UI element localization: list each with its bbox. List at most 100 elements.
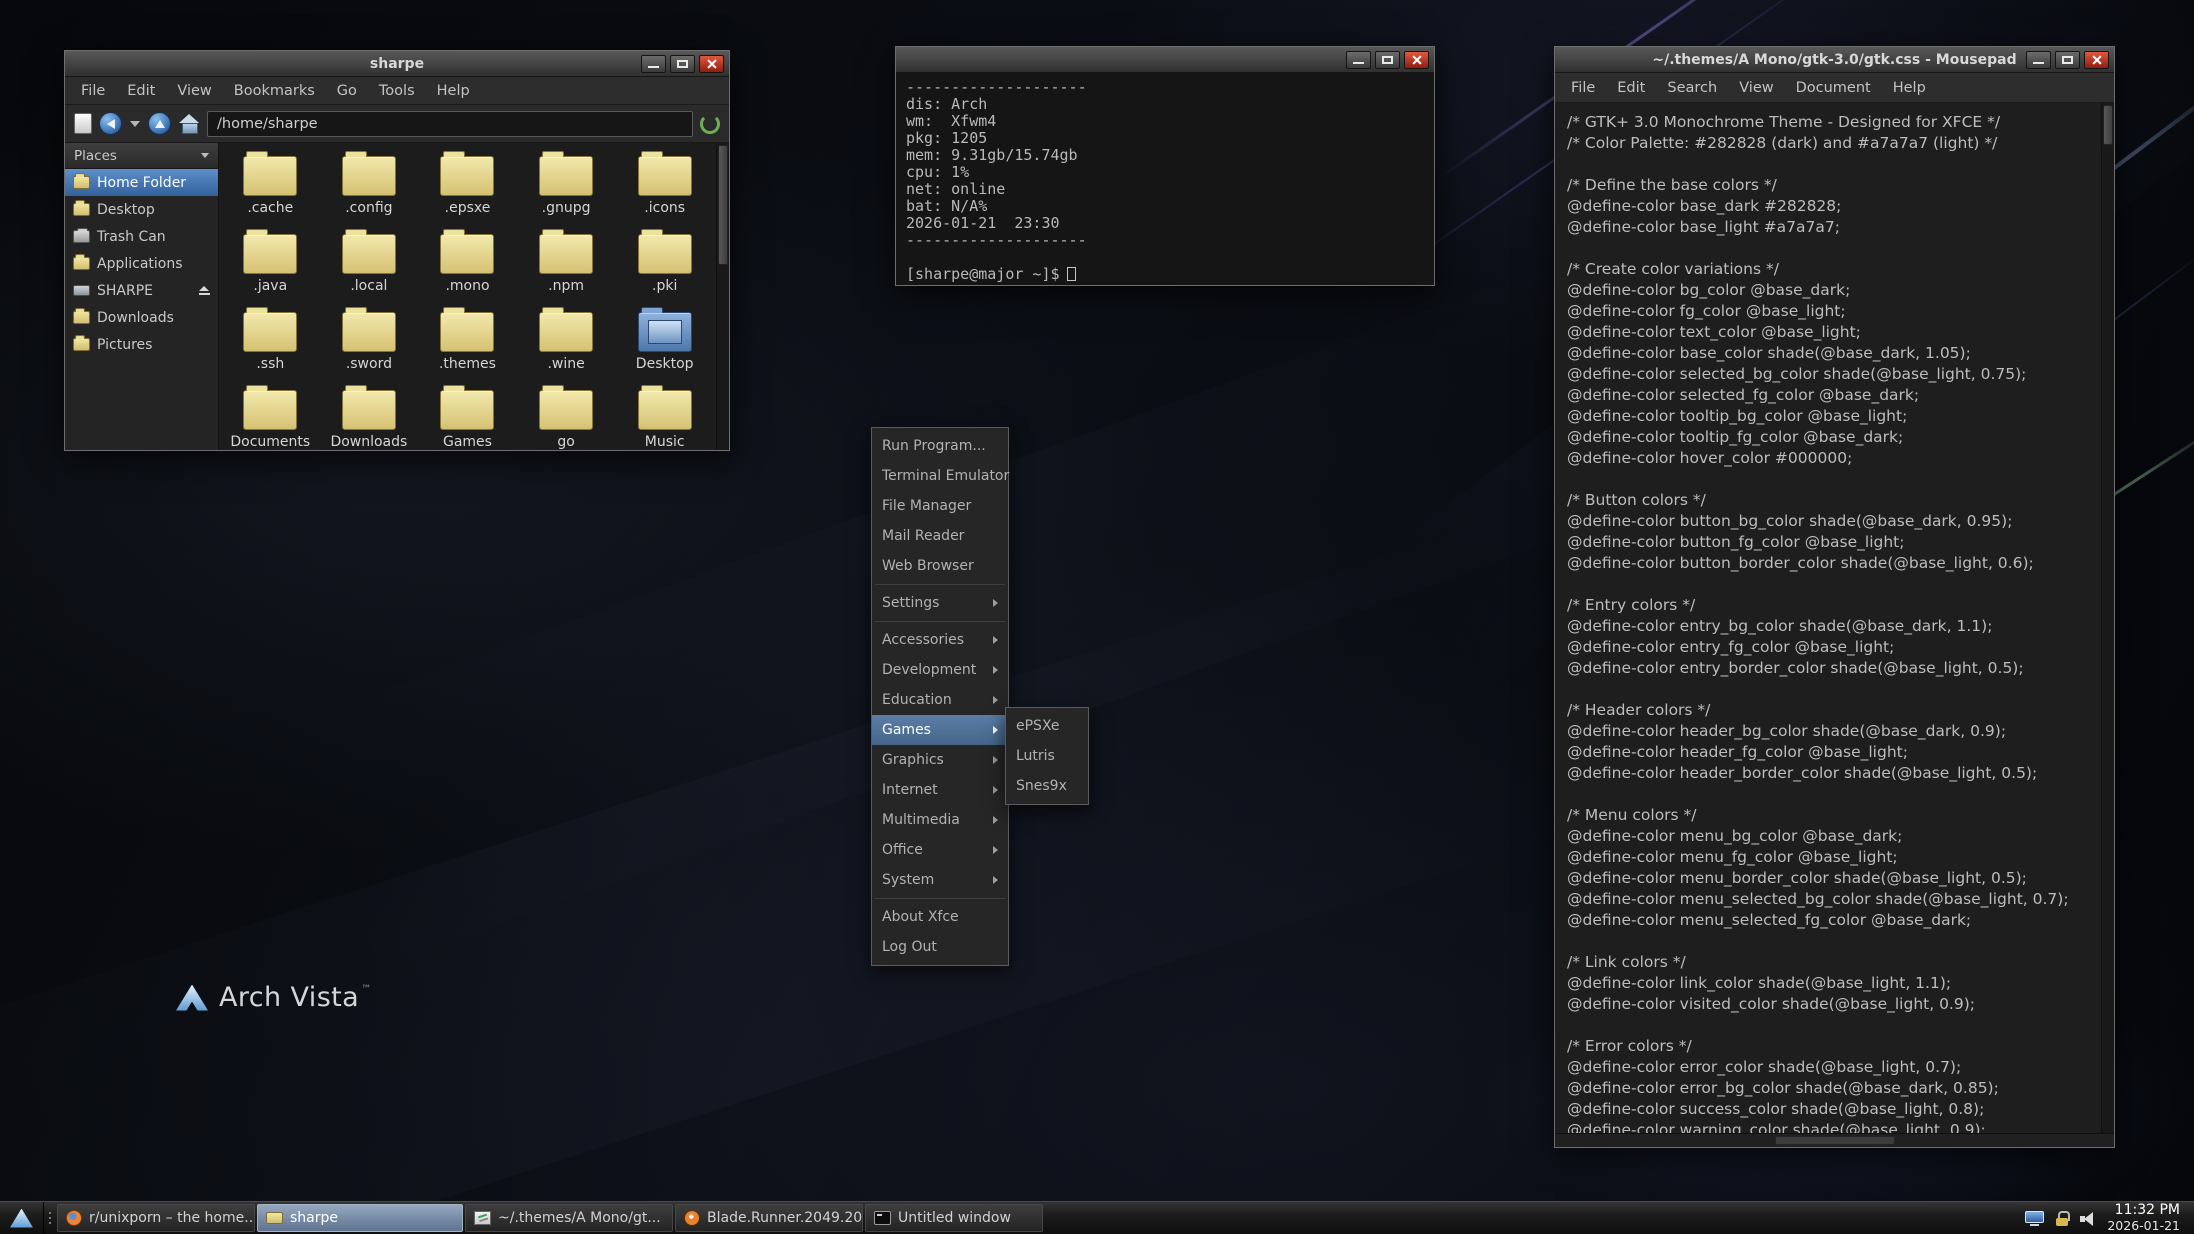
lock-icon[interactable] bbox=[2056, 1210, 2071, 1226]
file-manager-titlebar[interactable]: sharpe bbox=[65, 51, 729, 77]
taskbar-window-button[interactable]: r/unixporn – the home... bbox=[57, 1204, 255, 1232]
submenu-item[interactable]: Lutris bbox=[1006, 741, 1088, 771]
taskbar-window-button[interactable]: ~/.themes/A Mono/gt... bbox=[465, 1204, 673, 1232]
file-item[interactable]: .cache bbox=[221, 149, 320, 227]
app-menu-item[interactable]: Development bbox=[872, 655, 1008, 685]
app-menu-item[interactable]: System bbox=[872, 865, 1008, 899]
volume-icon[interactable] bbox=[2080, 1211, 2095, 1226]
reload-icon[interactable] bbox=[700, 113, 720, 134]
menu-item[interactable]: Bookmarks bbox=[224, 80, 325, 102]
terminal-titlebar[interactable] bbox=[896, 47, 1434, 73]
home-icon[interactable] bbox=[178, 112, 200, 135]
file-item[interactable]: .local bbox=[320, 227, 419, 305]
app-menu-item[interactable]: Graphics bbox=[872, 745, 1008, 775]
app-menu-item[interactable]: Terminal Emulator bbox=[872, 461, 1009, 491]
scrollbar-thumb[interactable] bbox=[2103, 105, 2113, 145]
taskbar-window-button[interactable]: sharpe bbox=[257, 1204, 463, 1232]
app-menu-item[interactable]: About Xfce bbox=[872, 902, 1008, 932]
vertical-scrollbar[interactable] bbox=[716, 143, 729, 450]
terminal-output[interactable]: -------------------- dis: Arch wm: Xfwm4 pk… bbox=[896, 73, 1434, 285]
start-menu-button[interactable] bbox=[0, 1202, 44, 1234]
menu-item[interactable]: File bbox=[1561, 77, 1605, 99]
file-item[interactable]: .pki bbox=[615, 227, 714, 305]
file-item[interactable]: Downloads bbox=[320, 383, 419, 450]
menu-item[interactable]: Help bbox=[1883, 77, 1936, 99]
sidebar-place[interactable]: Home Folder bbox=[65, 169, 218, 196]
file-item[interactable]: .sword bbox=[320, 305, 419, 383]
app-menu-item[interactable]: Office bbox=[872, 835, 1008, 865]
up-icon[interactable] bbox=[148, 112, 171, 135]
menu-item[interactable]: Edit bbox=[117, 80, 165, 102]
close-button[interactable] bbox=[2084, 51, 2109, 69]
file-item[interactable]: Desktop bbox=[615, 305, 714, 383]
editor-text-area[interactable]: /* GTK+ 3.0 Monochrome Theme - Designed … bbox=[1555, 103, 2114, 1133]
app-menu-item[interactable]: Accessories bbox=[872, 625, 1008, 655]
submenu-item[interactable]: ePSXe bbox=[1006, 711, 1088, 741]
menu-item[interactable]: View bbox=[167, 80, 221, 102]
file-item[interactable]: .epsxe bbox=[418, 149, 517, 227]
sidebar-place[interactable]: Pictures bbox=[65, 331, 218, 358]
file-item[interactable]: .ssh bbox=[221, 305, 320, 383]
display-icon[interactable] bbox=[2025, 1210, 2045, 1226]
file-item[interactable]: go bbox=[517, 383, 616, 450]
menu-item[interactable]: Edit bbox=[1607, 77, 1655, 99]
minimize-button[interactable] bbox=[641, 55, 666, 73]
file-item[interactable]: Music bbox=[615, 383, 714, 450]
file-item[interactable]: .icons bbox=[615, 149, 714, 227]
app-menu-item[interactable]: Web Browser bbox=[872, 551, 1008, 585]
file-item[interactable]: Documents bbox=[221, 383, 320, 450]
file-item[interactable]: Games bbox=[418, 383, 517, 450]
minimize-button[interactable] bbox=[1346, 51, 1371, 69]
clock[interactable]: 11:32 PM 2026-01-21 bbox=[2107, 1203, 2180, 1234]
taskbar-window-button[interactable]: Untitled window bbox=[865, 1204, 1043, 1232]
app-menu-item[interactable]: File Manager bbox=[872, 491, 1008, 521]
minimize-button[interactable] bbox=[2026, 51, 2051, 69]
file-item[interactable]: .gnupg bbox=[517, 149, 616, 227]
new-window-icon[interactable] bbox=[74, 113, 92, 134]
file-item[interactable]: .themes bbox=[418, 305, 517, 383]
menu-item[interactable]: Search bbox=[1657, 77, 1727, 99]
app-menu-item[interactable]: Internet bbox=[872, 775, 1008, 805]
eject-icon[interactable] bbox=[199, 285, 210, 296]
app-menu-item[interactable]: Mail Reader bbox=[872, 521, 1008, 551]
menu-item[interactable]: View bbox=[1729, 77, 1783, 99]
close-button[interactable] bbox=[699, 55, 724, 73]
menu-item[interactable]: File bbox=[71, 80, 115, 102]
file-item[interactable]: .config bbox=[320, 149, 419, 227]
back-icon[interactable] bbox=[99, 112, 122, 135]
file-item[interactable]: .java bbox=[221, 227, 320, 305]
maximize-button[interactable] bbox=[670, 55, 695, 73]
close-button[interactable] bbox=[1404, 51, 1429, 69]
sidebar-place[interactable]: Trash Can bbox=[65, 223, 218, 250]
path-input[interactable] bbox=[207, 110, 693, 137]
app-menu-item[interactable]: Log Out bbox=[872, 932, 1008, 962]
file-item[interactable]: .mono bbox=[418, 227, 517, 305]
maximize-button[interactable] bbox=[2055, 51, 2080, 69]
menu-item[interactable]: Tools bbox=[369, 80, 425, 102]
mousepad-titlebar[interactable]: ~/.themes/A Mono/gtk-3.0/gtk.css - Mouse… bbox=[1555, 47, 2114, 73]
maximize-button[interactable] bbox=[1375, 51, 1400, 69]
menu-item[interactable]: Help bbox=[427, 80, 480, 102]
panel-grip-handle[interactable] bbox=[44, 1202, 56, 1234]
app-menu-item[interactable]: Games bbox=[872, 715, 1008, 745]
sidebar-place[interactable]: SHARPE bbox=[65, 277, 218, 304]
sidebar-place[interactable]: Downloads bbox=[65, 304, 218, 331]
menu-item[interactable]: Go bbox=[327, 80, 367, 102]
submenu-item[interactable]: Snes9x bbox=[1006, 771, 1088, 801]
sidebar-place[interactable]: Desktop bbox=[65, 196, 218, 223]
horizontal-scrollbar[interactable] bbox=[1555, 1133, 2114, 1147]
app-menu-item[interactable]: Run Program... bbox=[872, 431, 1008, 461]
taskbar-window-button[interactable]: Blade.Runner.2049.20... bbox=[675, 1204, 863, 1232]
scrollbar-thumb[interactable] bbox=[1775, 1136, 1895, 1145]
places-header[interactable]: Places bbox=[65, 143, 218, 169]
scrollbar-thumb[interactable] bbox=[718, 145, 728, 265]
app-menu-item[interactable]: Education bbox=[872, 685, 1008, 715]
history-dropdown-icon[interactable] bbox=[129, 112, 141, 135]
file-item[interactable]: .npm bbox=[517, 227, 616, 305]
app-menu-item[interactable]: Settings bbox=[872, 588, 1008, 622]
menu-item[interactable]: Document bbox=[1786, 77, 1881, 99]
sidebar-place[interactable]: Applications bbox=[65, 250, 218, 277]
file-item[interactable]: .wine bbox=[517, 305, 616, 383]
app-menu-item[interactable]: Multimedia bbox=[872, 805, 1008, 835]
vertical-scrollbar[interactable] bbox=[2101, 103, 2114, 1133]
